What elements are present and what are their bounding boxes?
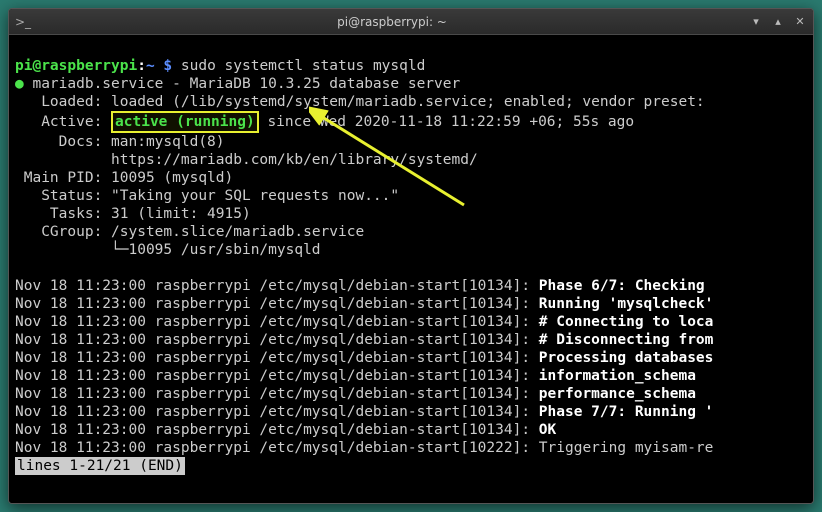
- prompt-path: ~ $: [146, 58, 172, 74]
- terminal-body[interactable]: pi@raspberrypi:~ $ sudo systemctl status…: [9, 35, 813, 503]
- active-status-highlight: active (running): [111, 111, 259, 133]
- window-controls: ▾ ▴ ✕: [749, 15, 807, 28]
- log-line: Nov 18 11:23:00 raspberrypi /etc/mysql/d…: [15, 332, 713, 348]
- terminal-icon: >_: [15, 14, 31, 30]
- loaded-line: Loaded: loaded (/lib/systemd/system/mari…: [15, 94, 705, 110]
- log-line: Nov 18 11:23:00 raspberrypi /etc/mysql/d…: [15, 404, 713, 420]
- titlebar[interactable]: >_ pi@raspberrypi: ~ ▾ ▴ ✕: [9, 9, 813, 35]
- log-line: Nov 18 11:23:00 raspberrypi /etc/mysql/d…: [15, 278, 713, 294]
- log-line: Nov 18 11:23:00 raspberrypi /etc/mysql/d…: [15, 386, 696, 402]
- log-line: Nov 18 11:23:00 raspberrypi /etc/mysql/d…: [15, 350, 713, 366]
- docs-line2: https://mariadb.com/kb/en/library/system…: [15, 152, 478, 168]
- terminal-window: >_ pi@raspberrypi: ~ ▾ ▴ ✕ pi@raspberryp…: [8, 8, 814, 504]
- pager-status: lines 1-21/21 (END): [15, 457, 185, 475]
- log-line: Nov 18 11:23:00 raspberrypi /etc/mysql/d…: [15, 296, 713, 312]
- docs-line1: Docs: man:mysqld(8): [15, 134, 225, 150]
- prompt-line: pi@raspberrypi:~ $ sudo systemctl status…: [15, 58, 425, 74]
- unit-header: ● mariadb.service - MariaDB 10.3.25 data…: [15, 76, 460, 92]
- status-bullet: ●: [15, 76, 24, 92]
- prompt-userhost: pi@raspberrypi: [15, 58, 137, 74]
- log-line: Nov 18 11:23:00 raspberrypi /etc/mysql/d…: [15, 368, 696, 384]
- window-title: pi@raspberrypi: ~: [35, 15, 749, 29]
- log-line: Nov 18 11:23:00 raspberrypi /etc/mysql/d…: [15, 422, 556, 438]
- log-line: Nov 18 11:23:00 raspberrypi /etc/mysql/d…: [15, 314, 713, 330]
- close-button[interactable]: ✕: [793, 15, 807, 28]
- active-line: Active: active (running) since Wed 2020-…: [15, 114, 634, 130]
- command-text: sudo systemctl status mysqld: [172, 58, 425, 74]
- cgroup-tree: └─10095 /usr/sbin/mysqld: [15, 242, 321, 258]
- log-line: Nov 18 11:23:00 raspberrypi /etc/mysql/d…: [15, 440, 713, 456]
- minimize-button[interactable]: ▾: [749, 15, 763, 28]
- tasks-line: Tasks: 31 (limit: 4915): [15, 206, 251, 222]
- cgroup-line: CGroup: /system.slice/mariadb.service: [15, 224, 364, 240]
- mainpid-line: Main PID: 10095 (mysqld): [15, 170, 233, 186]
- maximize-button[interactable]: ▴: [771, 15, 785, 28]
- status-line: Status: "Taking your SQL requests now...…: [15, 188, 399, 204]
